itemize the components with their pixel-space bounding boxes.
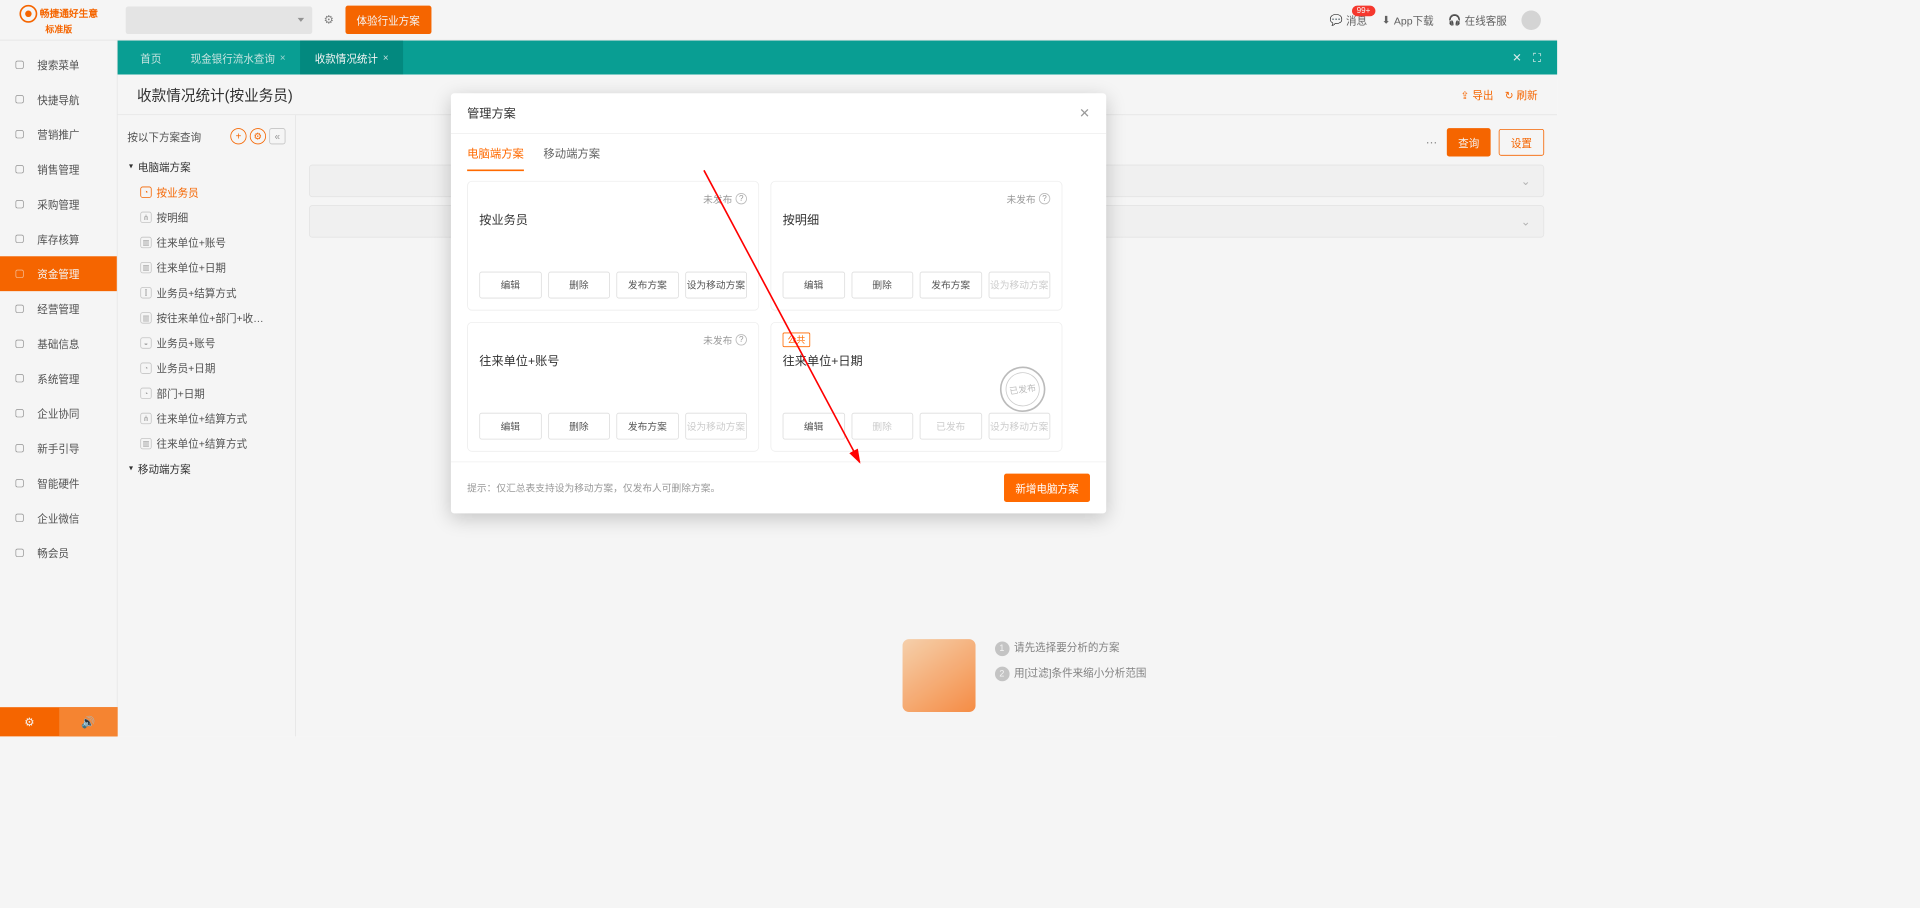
card-del-button[interactable]: 删除 (548, 272, 610, 299)
dialog-tip: 提示：仅汇总表支持设为移动方案，仅发布人可删除方案。 (467, 481, 720, 495)
card-del-button[interactable]: 删除 (548, 413, 610, 440)
card-mobile-button: 设为移动方案 (685, 413, 747, 440)
dialog-title: 管理方案 (467, 105, 516, 122)
scheme-card: 公共往来单位+日期已发布编辑删除已发布设为移动方案 (770, 322, 1062, 452)
card-pub-button[interactable]: 发布方案 (920, 272, 982, 299)
card-del-button[interactable]: 删除 (851, 272, 913, 299)
card-mobile-button[interactable]: 设为移动方案 (685, 272, 747, 299)
status-label: 未发布 (703, 333, 732, 347)
card-del-button: 删除 (851, 413, 913, 440)
card-mobile-button: 设为移动方案 (988, 413, 1050, 440)
status-label: 未发布 (703, 192, 732, 206)
close-icon[interactable]: ✕ (1079, 105, 1090, 121)
card-edit-button[interactable]: 编辑 (783, 413, 845, 440)
tab-mobile-scheme[interactable]: 移动端方案 (543, 145, 600, 171)
card-mobile-button: 设为移动方案 (988, 272, 1050, 299)
status-label: 未发布 (1006, 192, 1035, 206)
help-icon[interactable]: ? (736, 193, 747, 204)
card-title: 按业务员 (479, 211, 747, 260)
card-edit-button[interactable]: 编辑 (479, 272, 541, 299)
card-edit-button[interactable]: 编辑 (479, 413, 541, 440)
manage-scheme-dialog: 管理方案 ✕ 电脑端方案 移动端方案 未发布?按业务员编辑删除发布方案设为移动方… (451, 93, 1106, 513)
help-icon[interactable]: ? (1039, 193, 1050, 204)
scheme-card: 未发布? 往来单位+账号编辑删除发布方案设为移动方案 (467, 322, 759, 452)
modal-overlay: 管理方案 ✕ 电脑端方案 移动端方案 未发布?按业务员编辑删除发布方案设为移动方… (0, 0, 1557, 736)
card-pub-button[interactable]: 发布方案 (616, 272, 678, 299)
card-edit-button[interactable]: 编辑 (783, 272, 845, 299)
scheme-card: 未发布? 按业务员编辑删除发布方案设为移动方案 (467, 181, 759, 311)
public-tag: 公共 (783, 333, 811, 348)
card-title: 往来单位+账号 (479, 352, 747, 401)
card-title: 按明细 (783, 211, 1051, 260)
card-pub-button[interactable]: 发布方案 (616, 413, 678, 440)
add-pc-scheme-button[interactable]: 新增电脑方案 (1004, 474, 1090, 502)
help-icon[interactable]: ? (736, 334, 747, 345)
scheme-card: 未发布? 按明细编辑删除发布方案设为移动方案 (770, 181, 1062, 311)
tab-pc-scheme[interactable]: 电脑端方案 (467, 145, 524, 171)
card-pubbed-button: 已发布 (920, 413, 982, 440)
